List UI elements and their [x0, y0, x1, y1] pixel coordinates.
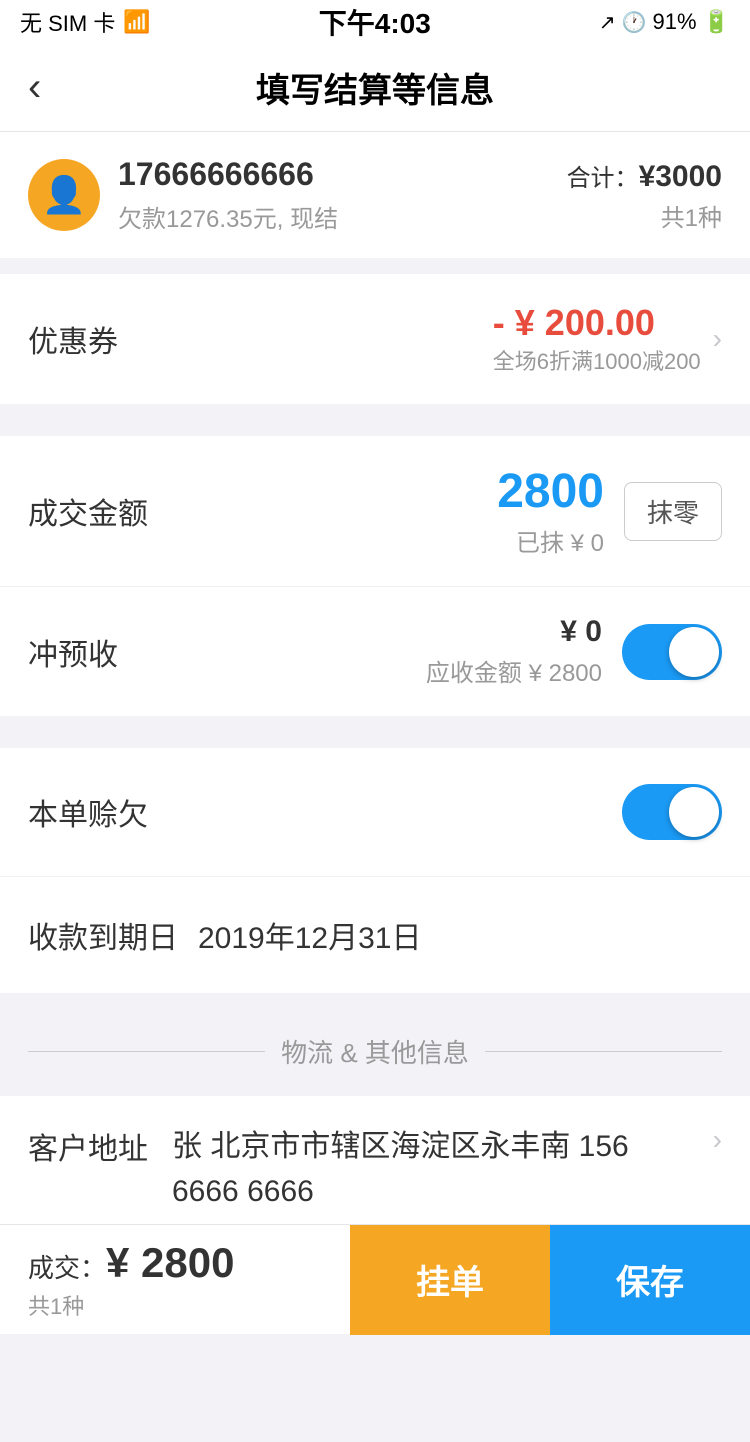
bottom-deal-label: 成交： — [28, 1253, 106, 1283]
customer-debt: 欠款1276.35元, 现结 — [118, 199, 338, 234]
advance-amount: ¥ 0 — [426, 615, 602, 649]
deal-section: 成交金额 2800 已抹 ¥ 0 抹零 冲预收 ¥ 0 应收金额 ¥ 2800 — [0, 436, 750, 716]
customer-left: 👤 17666666666 欠款1276.35元, 现结 — [28, 156, 338, 234]
status-bar: 无 SIM 卡 📶 下午4:03 ↗ 🕐 91% 🔋 — [0, 0, 750, 44]
advance-row: 冲预收 ¥ 0 应收金额 ¥ 2800 — [0, 586, 750, 716]
location-icon: ↗ — [599, 10, 616, 35]
customer-phone: 17666666666 — [118, 156, 338, 193]
back-button[interactable]: ‹ — [28, 65, 41, 110]
deal-right: 2800 已抹 ¥ 0 抹零 — [497, 464, 722, 558]
advance-right: ¥ 0 应收金额 ¥ 2800 — [426, 615, 722, 688]
debt-toggle[interactable] — [622, 784, 722, 840]
battery-label: 91% — [653, 9, 697, 35]
status-right: ↗ 🕐 91% 🔋 — [599, 9, 730, 35]
logistics-label: 物流 & 其他信息 — [281, 1033, 469, 1070]
address-chevron-icon: › — [713, 1124, 722, 1156]
coupon-chevron-icon: › — [713, 323, 722, 355]
coupon-amount: - ¥ 200.00 — [493, 302, 701, 344]
customer-card: 👤 17666666666 欠款1276.35元, 现结 合计：¥3000 共1… — [0, 132, 750, 258]
logistics-header: 物流 & 其他信息 — [0, 1009, 750, 1094]
pending-button[interactable]: 挂单 — [350, 1225, 550, 1335]
round-button[interactable]: 抹零 — [624, 482, 722, 541]
deal-label: 成交金额 — [28, 489, 148, 533]
address-value: 张 北京市市辖区海淀区永丰南 156 6666 6666 — [172, 1124, 701, 1214]
page-title: 填写结算等信息 — [256, 63, 494, 112]
due-date-row: 收款到期日 2019年12月31日 — [0, 876, 750, 993]
coupon-desc: 全场6折满1000减200 — [493, 344, 701, 376]
sim-label: 无 SIM 卡 — [20, 6, 115, 38]
debt-section: 本单赊欠 收款到期日 2019年12月31日 — [0, 748, 750, 993]
avatar-icon: 👤 — [42, 174, 87, 216]
toggle-knob — [669, 627, 719, 677]
section-divider-1 — [0, 420, 750, 436]
customer-total: 合计：¥3000 共1种 — [567, 158, 722, 233]
total-count: 共1种 — [567, 198, 722, 233]
deal-row: 成交金额 2800 已抹 ¥ 0 抹零 — [0, 436, 750, 586]
total-label: 合计： — [567, 165, 639, 192]
avatar: 👤 — [28, 159, 100, 231]
due-date-label: 收款到期日 — [28, 913, 178, 957]
status-time: 下午4:03 — [319, 2, 431, 42]
debt-label: 本单赊欠 — [28, 790, 148, 834]
advance-toggle[interactable] — [622, 624, 722, 680]
advance-label: 冲预收 — [28, 630, 118, 674]
deal-erased: 已抹 ¥ 0 — [497, 523, 604, 558]
bottom-count: 共1种 — [28, 1289, 322, 1321]
total-amount: ¥3000 — [639, 160, 722, 193]
bottom-amount: ¥ 2800 — [106, 1239, 234, 1286]
address-label: 客户地址 — [28, 1124, 148, 1168]
customer-info: 17666666666 欠款1276.35元, 现结 — [118, 156, 338, 234]
bottom-deal-line: 成交：¥ 2800 — [28, 1239, 322, 1287]
coupon-row[interactable]: 优惠券 - ¥ 200.00 全场6折满1000减200 › — [0, 274, 750, 404]
deal-amount-wrap: 2800 已抹 ¥ 0 — [497, 464, 604, 558]
coupon-label: 优惠券 — [28, 317, 118, 361]
wifi-icon: 📶 — [123, 9, 150, 35]
debt-toggle-knob — [669, 787, 719, 837]
bottom-info: 成交：¥ 2800 共1种 — [0, 1239, 350, 1321]
advance-receivable: 应收金额 ¥ 2800 — [426, 653, 602, 688]
coupon-right: - ¥ 200.00 全场6折满1000减200 › — [493, 302, 722, 376]
total-label-amount: 合计：¥3000 — [567, 158, 722, 194]
bottom-bar: 成交：¥ 2800 共1种 挂单 保存 — [0, 1224, 750, 1334]
alarm-icon: 🕐 — [622, 10, 647, 35]
nav-bar: ‹ 填写结算等信息 — [0, 44, 750, 132]
debt-row: 本单赊欠 — [0, 748, 750, 876]
section-divider-2 — [0, 716, 750, 732]
advance-amount-wrap: ¥ 0 应收金额 ¥ 2800 — [426, 615, 602, 688]
due-date-value: 2019年12月31日 — [198, 913, 421, 957]
battery-icon: 🔋 — [703, 9, 730, 35]
deal-amount: 2800 — [497, 464, 604, 519]
save-button[interactable]: 保存 — [550, 1225, 750, 1335]
coupon-info: - ¥ 200.00 全场6折满1000减200 — [493, 302, 701, 376]
status-left: 无 SIM 卡 📶 — [20, 6, 151, 38]
address-row[interactable]: 客户地址 张 北京市市辖区海淀区永丰南 156 6666 6666 › — [0, 1096, 750, 1242]
